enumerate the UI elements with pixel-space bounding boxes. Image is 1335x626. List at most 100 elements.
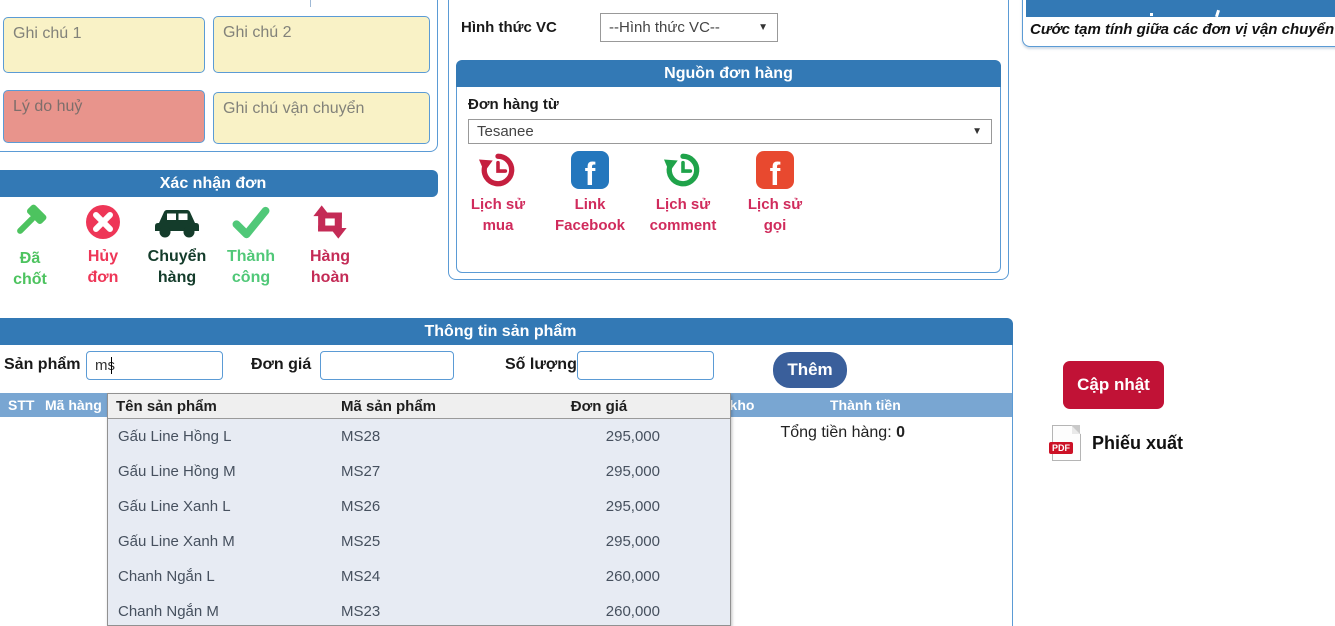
add-product-button[interactable]: Thêm <box>773 352 847 388</box>
product-section-header: Thông tin sản phẩm <box>0 318 1013 345</box>
order-from-select[interactable]: Tesanee ▼ <box>468 119 992 144</box>
note2-textarea[interactable] <box>213 16 430 73</box>
clipped-text-descender <box>1150 13 1153 16</box>
check-icon <box>232 206 270 245</box>
export-receipt-label: Phiếu xuất <box>1092 433 1184 453</box>
product-name: Gấu Line Xanh M <box>118 533 235 550</box>
shipping-method-label: Hình thức VC <box>461 19 557 36</box>
purchase-history-link[interactable]: Lịch sử mua <box>453 151 543 236</box>
autocomplete-header-row: Tên sản phẩm Mã sản phẩm Đơn giá <box>108 394 730 419</box>
link-label: Facebook <box>554 217 626 234</box>
unit-price-input[interactable] <box>320 351 454 380</box>
product-label: Sản phẩm <box>4 356 81 373</box>
autocomplete-col-code: Mã sản phẩm <box>341 398 437 415</box>
col-ma-hang: Mã hàng <box>45 397 102 413</box>
product-code: MS23 <box>341 603 381 620</box>
text-cursor <box>111 357 112 374</box>
autocomplete-row[interactable]: Gấu Line Xanh M MS25 295,000 <box>108 524 730 559</box>
product-price: 295,000 <box>605 428 660 445</box>
autocomplete-col-price: Đơn giá <box>570 398 628 415</box>
export-receipt-link[interactable]: PDF Phiếu xuất <box>1049 425 1222 465</box>
autocomplete-col-name: Tên sản phẩm <box>116 398 217 415</box>
update-button[interactable]: Cập nhật <box>1063 361 1164 409</box>
link-label: Lịch sử <box>655 196 711 213</box>
facebook-link[interactable]: f Link Facebook <box>545 151 635 236</box>
confirm-action-label: Đã <box>19 250 41 267</box>
link-label: mua <box>482 217 514 234</box>
product-name: Chanh Ngắn M <box>118 603 219 620</box>
link-label: Lịch sử <box>470 196 526 213</box>
comment-history-link[interactable]: Lịch sử comment <box>638 151 728 236</box>
confirm-section-title: Xác nhận đơn <box>159 175 267 192</box>
history-icon <box>664 153 702 193</box>
shipping-method-select[interactable]: --Hình thức VC-- ▼ <box>600 13 778 42</box>
gavel-icon <box>10 204 50 247</box>
total-value: 0 <box>896 424 905 441</box>
order-from-select-value: Tesanee <box>477 123 534 140</box>
confirm-action-label: Hàng <box>310 248 350 265</box>
product-price: 295,000 <box>605 498 660 515</box>
link-label: comment <box>649 217 717 234</box>
confirm-action-label: Hủy <box>87 248 119 265</box>
product-code: MS27 <box>341 463 381 480</box>
confirm-action-label: công <box>231 269 271 286</box>
confirm-action-huy-don[interactable]: Hủy đơn <box>73 203 133 288</box>
product-search-input[interactable] <box>86 351 223 380</box>
confirm-action-chuyen-hang[interactable]: Chuyển hàng <box>137 203 217 288</box>
confirm-section-header: Xác nhận đơn <box>0 170 438 197</box>
product-price: 260,000 <box>605 568 660 585</box>
autocomplete-row[interactable]: Chanh Ngắn M MS23 260,000 <box>108 594 730 626</box>
col-stt: STT <box>8 397 35 413</box>
retweet-icon <box>311 205 349 245</box>
unit-price-label: Đơn giá <box>251 356 312 373</box>
call-history-link[interactable]: f Lịch sử gọi <box>730 151 820 236</box>
autocomplete-row[interactable]: Gấu Line Hồng L MS28 295,000 <box>108 419 730 454</box>
col-thanh-tien: Thành tiền <box>830 397 901 413</box>
chevron-down-icon: ▼ <box>972 126 982 137</box>
confirm-action-label: hoàn <box>310 269 350 286</box>
product-name: Gấu Line Hồng M <box>118 463 236 480</box>
pdf-icon: PDF <box>1049 425 1081 461</box>
product-price: 260,000 <box>605 603 660 620</box>
confirm-action-label: đơn <box>87 269 119 286</box>
shipping-quote-subtitle: Cước tạm tính giữa các đơn vị vận chuyển <box>1030 21 1335 38</box>
product-code: MS24 <box>341 568 381 585</box>
total-label: Tổng tiền hàng: <box>780 424 892 441</box>
confirm-action-label: Thành <box>227 248 275 265</box>
confirm-action-hang-hoan[interactable]: Hàng hoàn <box>295 203 365 288</box>
autocomplete-row[interactable]: Gấu Line Xanh L MS26 295,000 <box>108 489 730 524</box>
product-autocomplete-dropdown: Tên sản phẩm Mã sản phẩm Đơn giá Gấu Lin… <box>107 393 731 626</box>
confirm-action-label: hàng <box>157 269 197 286</box>
autocomplete-row[interactable]: Gấu Line Hồng M MS27 295,000 <box>108 454 730 489</box>
confirm-action-da-chot[interactable]: Đã chốt <box>0 203 60 290</box>
order-source-title: Nguồn đơn hàng <box>664 65 793 82</box>
shipping-method-select-value: --Hình thức VC-- <box>609 19 720 36</box>
pdf-fold-corner <box>1071 425 1081 434</box>
confirm-action-label: chốt <box>13 271 47 288</box>
car-icon <box>154 210 200 245</box>
link-label: Lịch sử <box>747 196 803 213</box>
cut-off-element-edge <box>310 0 311 7</box>
order-source-header: Nguồn đơn hàng <box>456 60 1001 87</box>
product-code: MS25 <box>341 533 381 550</box>
product-section-title: Thông tin sản phẩm <box>424 323 577 340</box>
confirm-action-thanh-cong[interactable]: Thành công <box>216 203 286 288</box>
product-code: MS28 <box>341 428 381 445</box>
cancel-reason-textarea[interactable] <box>3 90 205 143</box>
product-name: Gấu Line Hồng L <box>118 428 232 445</box>
autocomplete-row[interactable]: Chanh Ngắn L MS24 260,000 <box>108 559 730 594</box>
order-detail-page: Xác nhận đơn Đã chốt Hủy đơn <box>0 0 1335 626</box>
quantity-input[interactable] <box>577 351 714 380</box>
link-label: Link <box>574 196 606 213</box>
link-label: gọi <box>763 217 787 234</box>
history-icon <box>479 153 517 193</box>
note1-textarea[interactable] <box>3 17 205 73</box>
confirm-action-label: Chuyển <box>147 248 207 265</box>
product-price: 295,000 <box>605 533 660 550</box>
x-circle-icon <box>84 205 122 245</box>
shipping-quote-header <box>1026 0 1335 18</box>
product-price: 295,000 <box>605 463 660 480</box>
shipping-note-textarea[interactable] <box>213 92 430 144</box>
pdf-badge: PDF <box>1049 442 1073 454</box>
product-name: Chanh Ngắn L <box>118 568 215 585</box>
